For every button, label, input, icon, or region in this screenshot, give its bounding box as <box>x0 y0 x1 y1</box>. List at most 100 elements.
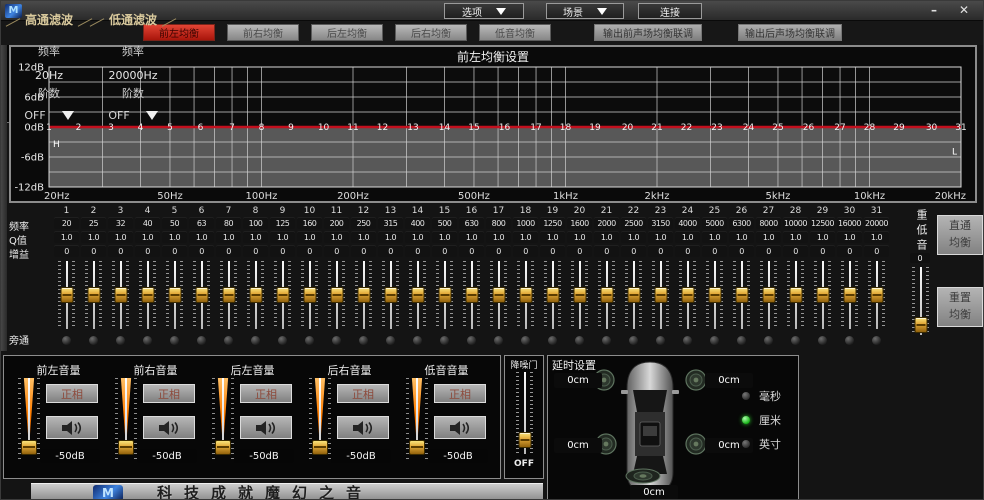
band-bypass-toggle[interactable] <box>494 336 503 345</box>
delay-value-front-left[interactable]: 0cm <box>554 373 602 388</box>
band-gain-slider[interactable] <box>404 259 431 331</box>
lowpass-freq-value[interactable]: 20000Hz <box>93 69 173 82</box>
slider-knob[interactable] <box>249 287 262 303</box>
band-gain-slider[interactable] <box>620 259 647 331</box>
volume-slider-knob[interactable] <box>409 440 425 455</box>
options-menu-button[interactable]: 选项 <box>444 3 524 19</box>
band-bypass-toggle[interactable] <box>656 336 665 345</box>
reset-eq-button[interactable]: 重置均衡 <box>937 287 983 327</box>
slider-knob[interactable] <box>654 287 667 303</box>
band-gain-slider[interactable] <box>80 259 107 331</box>
slider-knob[interactable] <box>141 287 154 303</box>
phase-button[interactable]: 正相 <box>46 384 98 403</box>
slider-knob[interactable] <box>518 432 531 448</box>
delay-value-rear-left[interactable]: 0cm <box>554 438 602 453</box>
tab-5-eq[interactable]: 低音均衡 <box>479 24 551 41</box>
band-gain-slider[interactable] <box>161 259 188 331</box>
phase-button[interactable]: 正相 <box>143 384 195 403</box>
band-bypass-toggle[interactable] <box>278 336 287 345</box>
band-bypass-toggle[interactable] <box>116 336 125 345</box>
slider-knob[interactable] <box>87 287 100 303</box>
slider-knob[interactable] <box>735 287 748 303</box>
slider-knob[interactable] <box>114 287 127 303</box>
band-gain-slider[interactable] <box>647 259 674 331</box>
band-gain-slider[interactable] <box>323 259 350 331</box>
slider-knob[interactable] <box>914 317 927 333</box>
minimize-button[interactable]: – <box>923 2 945 18</box>
band-gain-slider[interactable] <box>242 259 269 331</box>
volume-slider-knob[interactable] <box>312 440 328 455</box>
radio-dot-icon[interactable] <box>742 392 750 400</box>
slider-knob[interactable] <box>465 287 478 303</box>
slider-knob[interactable] <box>195 287 208 303</box>
slider-knob[interactable] <box>762 287 775 303</box>
band-gain-slider[interactable] <box>269 259 296 331</box>
band-gain-slider[interactable] <box>134 259 161 331</box>
band-bypass-toggle[interactable] <box>386 336 395 345</box>
band-bypass-toggle[interactable] <box>62 336 71 345</box>
noise-gate-slider[interactable] <box>511 370 538 456</box>
delay-unit-option-3[interactable]: 英寸 <box>742 436 781 452</box>
band-bypass-toggle[interactable] <box>710 336 719 345</box>
lowpass-tab[interactable]: 低通滤波 <box>107 9 159 30</box>
subwoofer-speaker-icon[interactable] <box>624 468 662 484</box>
band-bypass-toggle[interactable] <box>305 336 314 345</box>
band-gain-slider[interactable] <box>53 259 80 331</box>
band-gain-slider[interactable] <box>674 259 701 331</box>
band-bypass-toggle[interactable] <box>602 336 611 345</box>
volume-slider-knob[interactable] <box>215 440 231 455</box>
band-bypass-toggle[interactable] <box>413 336 422 345</box>
mute-button[interactable] <box>337 416 389 439</box>
band-gain-slider[interactable] <box>593 259 620 331</box>
delay-unit-option-2[interactable]: 厘米 <box>742 412 781 428</box>
slider-knob[interactable] <box>870 287 883 303</box>
band-bypass-toggle[interactable] <box>764 336 773 345</box>
band-bypass-toggle[interactable] <box>521 336 530 345</box>
band-gain-slider[interactable] <box>809 259 836 331</box>
volume-slider-knob[interactable] <box>118 440 134 455</box>
volume-slider[interactable] <box>309 378 331 468</box>
mute-button[interactable] <box>434 416 486 439</box>
highpass-order-dropdown[interactable]: OFF <box>9 109 89 122</box>
tab-4-eq[interactable]: 后右均衡 <box>395 24 467 41</box>
lowpass-order-dropdown[interactable]: OFF <box>93 109 173 122</box>
band-bypass-toggle[interactable] <box>791 336 800 345</box>
tab-3-eq[interactable]: 后左均衡 <box>311 24 383 41</box>
highpass-tab[interactable]: 高通滤波 <box>23 9 75 30</box>
band-gain-slider[interactable] <box>566 259 593 331</box>
band-bypass-toggle[interactable] <box>629 336 638 345</box>
band-bypass-toggle[interactable] <box>440 336 449 345</box>
band-bypass-toggle[interactable] <box>467 336 476 345</box>
slider-knob[interactable] <box>222 287 235 303</box>
phase-button[interactable]: 正相 <box>240 384 292 403</box>
slider-knob[interactable] <box>546 287 559 303</box>
slider-knob[interactable] <box>843 287 856 303</box>
band-bypass-toggle[interactable] <box>845 336 854 345</box>
band-gain-slider[interactable] <box>377 259 404 331</box>
band-gain-slider[interactable] <box>350 259 377 331</box>
subwoofer-slider[interactable] <box>907 265 934 337</box>
band-bypass-toggle[interactable] <box>251 336 260 345</box>
band-gain-slider[interactable] <box>512 259 539 331</box>
mute-button[interactable] <box>46 416 98 439</box>
highpass-freq-value[interactable]: 20Hz <box>9 69 89 82</box>
band-bypass-toggle[interactable] <box>224 336 233 345</box>
volume-slider[interactable] <box>212 378 234 468</box>
band-gain-slider[interactable] <box>863 259 890 331</box>
band-gain-slider[interactable] <box>755 259 782 331</box>
band-bypass-toggle[interactable] <box>89 336 98 345</box>
slider-knob[interactable] <box>276 287 289 303</box>
band-gain-slider[interactable] <box>539 259 566 331</box>
slider-knob[interactable] <box>168 287 181 303</box>
mute-button[interactable] <box>240 416 292 439</box>
band-bypass-toggle[interactable] <box>683 336 692 345</box>
volume-slider[interactable] <box>406 378 428 468</box>
band-bypass-toggle[interactable] <box>548 336 557 345</box>
slider-knob[interactable] <box>411 287 424 303</box>
slider-knob[interactable] <box>438 287 451 303</box>
band-gain-slider[interactable] <box>296 259 323 331</box>
close-button[interactable]: ✕ <box>953 2 975 18</box>
band-bypass-toggle[interactable] <box>818 336 827 345</box>
slider-knob[interactable] <box>627 287 640 303</box>
slider-knob[interactable] <box>60 287 73 303</box>
